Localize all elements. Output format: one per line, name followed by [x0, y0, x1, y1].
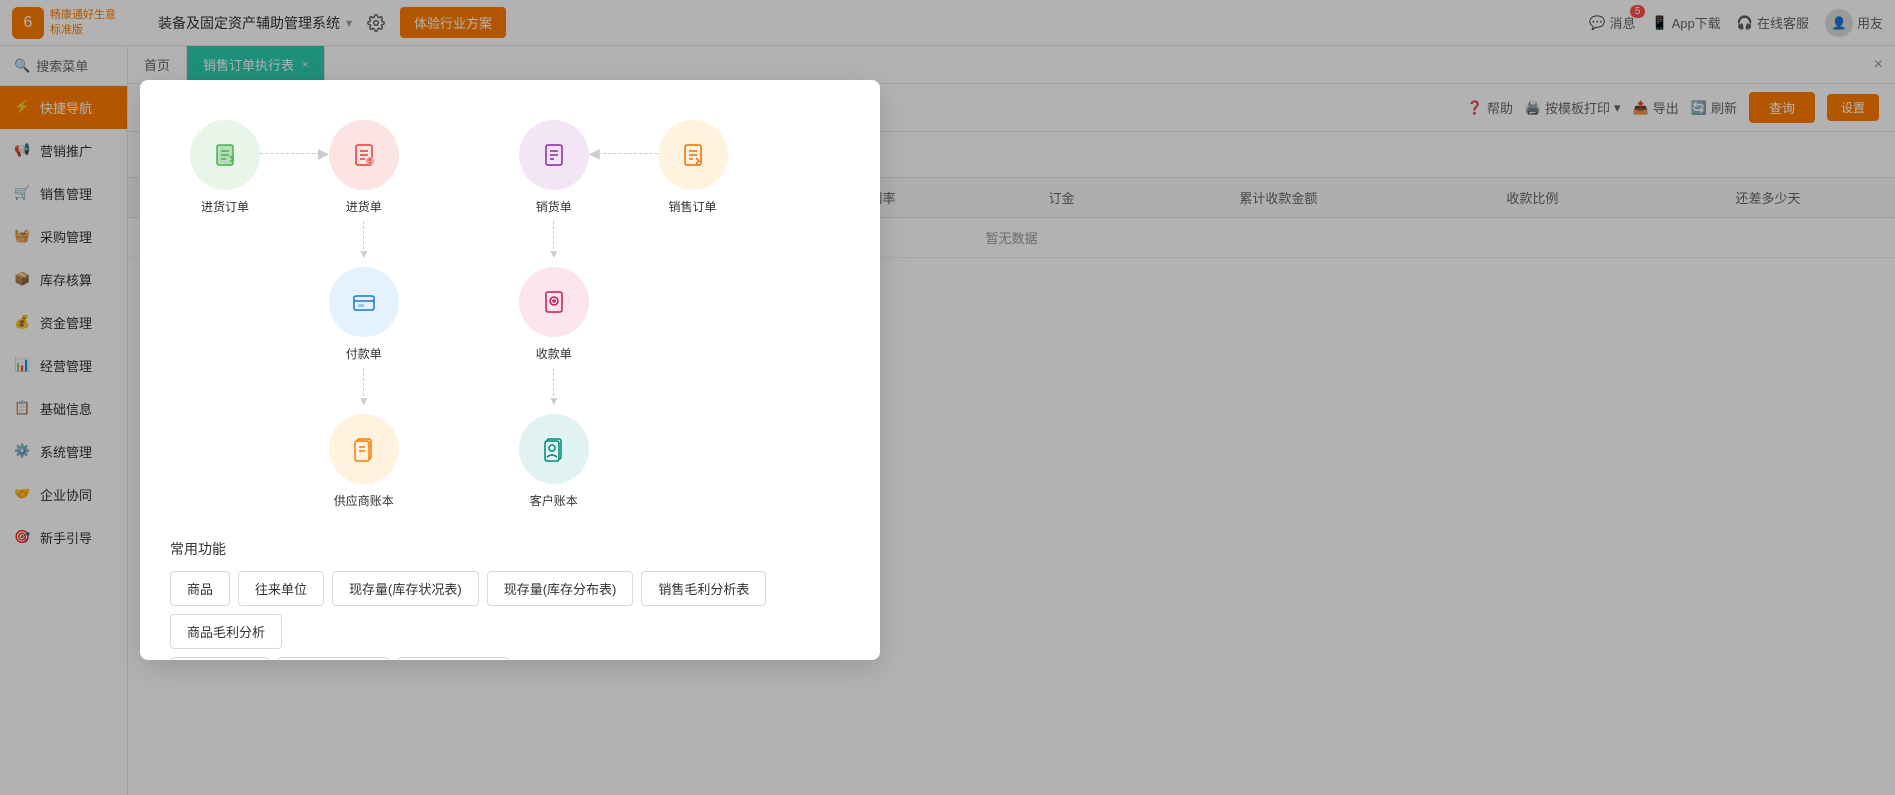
func-btn-product[interactable]: 商品	[170, 571, 230, 606]
purchase-order-icon	[190, 120, 260, 190]
customer-ledger-icon	[519, 414, 589, 484]
purchase-bill-icon	[329, 120, 399, 190]
func-btn-payment-stats[interactable]: 付款情况统计	[397, 657, 509, 660]
func-btn-stock-status[interactable]: 现存量(库存状况表)	[332, 571, 479, 606]
func-btn-product-profit[interactable]: 商品毛利分析	[170, 614, 282, 649]
common-functions: 常用功能 商品 往来单位 现存量(库存状况表) 现存量(库存分布表) 销售毛利分…	[170, 539, 850, 660]
flow-col-1: 进货订单	[190, 120, 260, 215]
func-btn-stock-dist[interactable]: 现存量(库存分布表)	[487, 571, 634, 606]
quick-nav-popup: 进货订单 ▶	[140, 80, 880, 660]
func-btn-sales-rank[interactable]: 销售排行榜	[170, 657, 269, 660]
flow-col-4: 销售订单	[658, 120, 728, 215]
flow-col-3: 销货单 ▼	[519, 120, 589, 509]
func-btn-sales-profit[interactable]: 销售毛利分析表	[641, 571, 766, 606]
arrow-1: ▶	[260, 145, 329, 162]
flow-node-payment-bill[interactable]: 付款单	[329, 267, 399, 362]
scroll-left-btn[interactable]: ◀	[144, 658, 160, 660]
func-btn-receipt-stats[interactable]: 收款情况统计	[277, 657, 389, 660]
popup-overlay[interactable]: 进货订单 ▶	[0, 0, 1895, 795]
flow-node-customer-ledger[interactable]: 客户账本	[519, 414, 589, 509]
flow-node-purchase-order[interactable]: 进货订单	[190, 120, 260, 215]
func-buttons: 商品 往来单位 现存量(库存状况表) 现存量(库存分布表) 销售毛利分析表 商品…	[170, 571, 850, 649]
arrow-down-2: ▼	[358, 368, 370, 408]
func-btn-partner[interactable]: 往来单位	[238, 571, 324, 606]
flow-node-sales-order[interactable]: 销售订单	[658, 120, 728, 215]
flow-node-purchase-bill[interactable]: 进货单	[329, 120, 399, 215]
flow-node-sales-bill[interactable]: 销货单	[519, 120, 589, 215]
flow-node-receipt-bill[interactable]: 收款单	[519, 267, 589, 362]
arrow-down-3: ▼	[548, 221, 560, 261]
sales-bill-icon	[519, 120, 589, 190]
arrow-down-4: ▼	[548, 368, 560, 408]
popup-content: 进货订单 ▶	[140, 80, 880, 660]
arrow-down-1: ▼	[358, 221, 370, 261]
flow-col-2: 进货单 ▼	[329, 120, 399, 509]
receipt-bill-icon	[519, 267, 589, 337]
common-functions-title: 常用功能	[170, 539, 850, 559]
payment-bill-icon	[329, 267, 399, 337]
supplier-ledger-icon	[329, 414, 399, 484]
flow-diagram: 进货订单 ▶	[170, 110, 850, 519]
flow-node-supplier-ledger[interactable]: 供应商账本	[329, 414, 399, 509]
arrow-2: ▶	[589, 145, 658, 162]
sales-order-icon	[658, 120, 728, 190]
scroll-right-btn[interactable]: ▶	[860, 658, 876, 660]
